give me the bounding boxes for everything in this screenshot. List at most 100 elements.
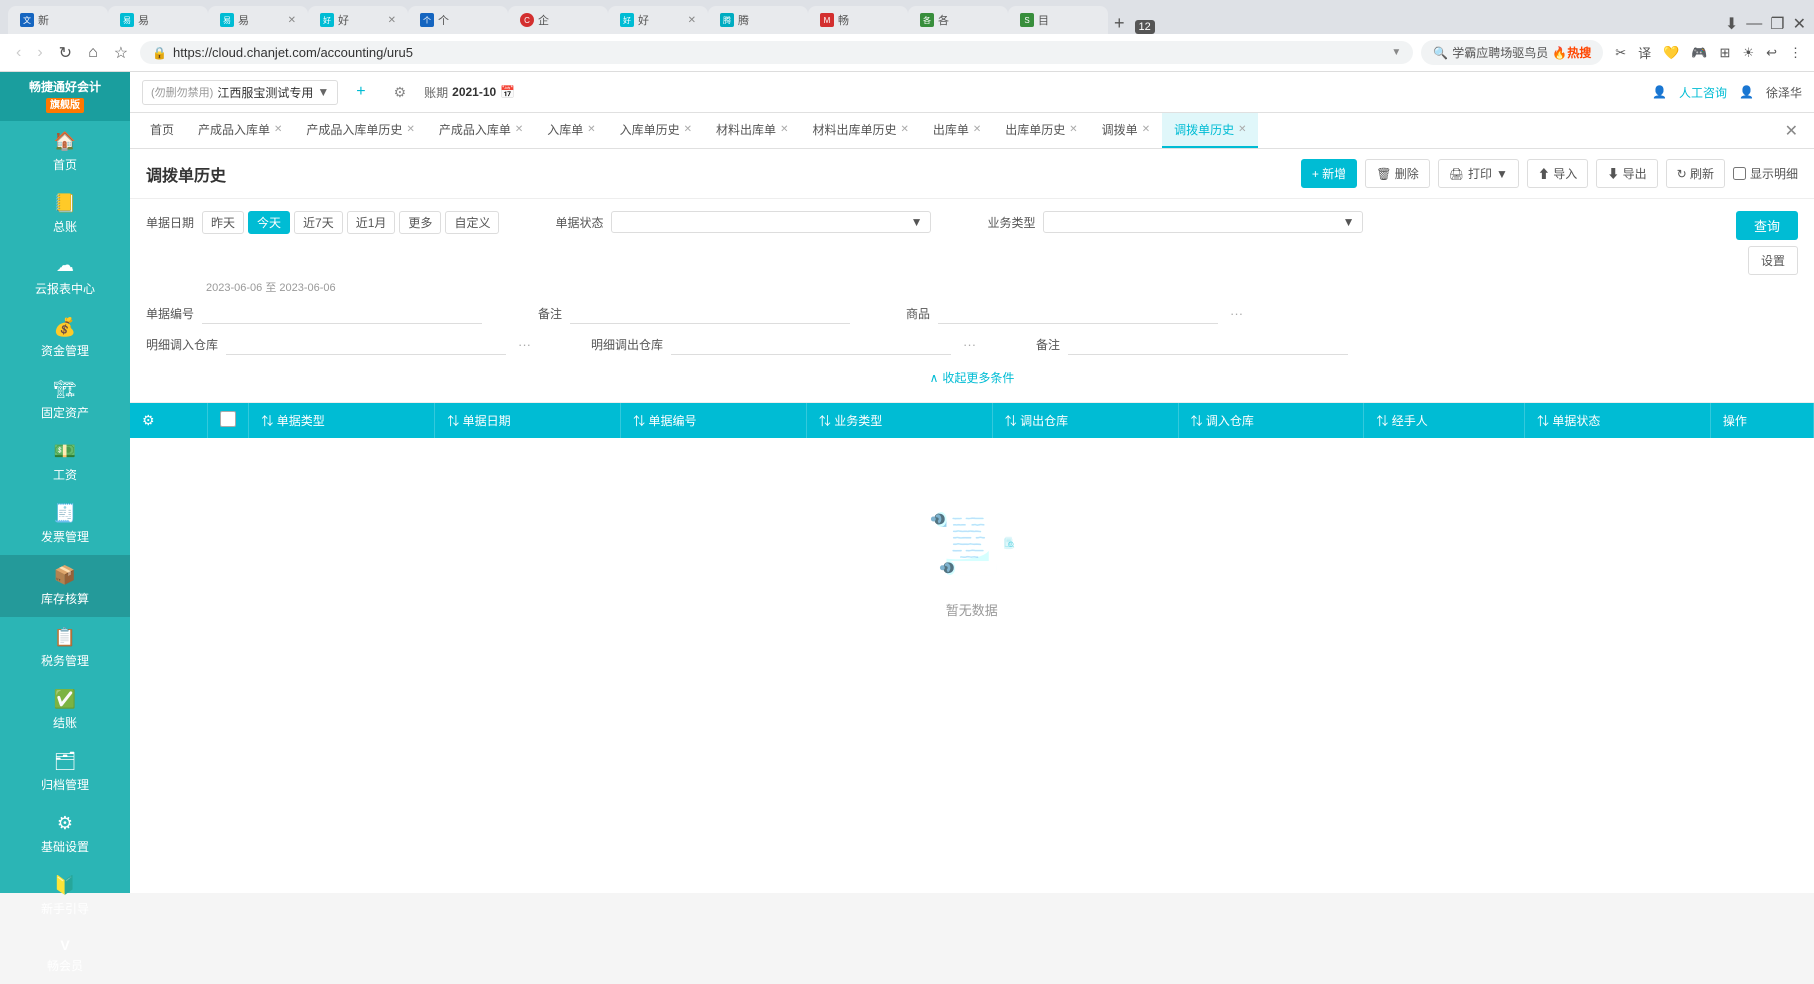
filter-wh-in-input[interactable] — [226, 334, 506, 355]
import-button[interactable]: ⬆ 导入 — [1527, 159, 1588, 188]
browser-tab-6[interactable]: C 企 — [508, 6, 608, 34]
add-company-button[interactable]: + — [346, 78, 375, 106]
filter-note2-input[interactable] — [1068, 334, 1348, 355]
page-tab-in[interactable]: 入库单 ✕ — [535, 113, 607, 148]
browser-tab-7[interactable]: 好 好 ✕ — [608, 6, 708, 34]
browser-tab-2[interactable]: 易 易 — [108, 6, 208, 34]
sidebar-item-ledger[interactable]: 📒 总账 — [0, 183, 130, 245]
window-maximize-icon[interactable]: ❐ — [1770, 14, 1784, 34]
page-tab-out[interactable]: 出库单 ✕ — [921, 113, 993, 148]
page-tab-finished-in[interactable]: 产成品入库单 ✕ — [186, 113, 294, 148]
new-button[interactable]: + 新增 — [1301, 159, 1357, 188]
th-biz-type[interactable]: ⇅ 业务类型 — [806, 403, 992, 438]
sidebar-item-home[interactable]: 🏠 首页 — [0, 121, 130, 183]
sidebar-item-guide[interactable]: 🔰 新手引导 — [0, 865, 130, 927]
sidebar-item-assets[interactable]: 🏗 固定资产 — [0, 369, 130, 431]
filter-biz-type-select[interactable]: ▼ — [1043, 211, 1363, 233]
page-tab-home[interactable]: 首页 — [138, 113, 186, 148]
bookmark-button[interactable]: ☆ — [110, 41, 132, 65]
page-tab-finished-in2-close[interactable]: ✕ — [515, 124, 523, 135]
th-in-wh[interactable]: ⇅ 调入仓库 — [1178, 403, 1364, 438]
page-tab-mat-out-close[interactable]: ✕ — [780, 124, 788, 135]
calendar-icon[interactable]: 📅 — [500, 85, 515, 99]
back-button[interactable]: ‹ — [12, 42, 25, 64]
tab-close-7[interactable]: ✕ — [688, 15, 696, 26]
filter-goods-more-icon[interactable]: ··· — [1226, 306, 1247, 321]
browser-tab-5[interactable]: 个 个 — [408, 6, 508, 34]
collapse-filter-button[interactable]: ∧ 收起更多条件 — [146, 365, 1798, 390]
browser-tab-3[interactable]: 易 易 ✕ — [208, 6, 308, 34]
filter-doc-num-input[interactable] — [202, 303, 482, 324]
th-handler[interactable]: ⇅ 经手人 — [1364, 403, 1525, 438]
date-btn-custom[interactable]: 自定义 — [445, 211, 499, 234]
page-tab-in-close[interactable]: ✕ — [587, 124, 595, 135]
sidebar-item-inventory[interactable]: 📦 库存核算 — [0, 555, 130, 617]
page-tab-transfer-close[interactable]: ✕ — [1142, 124, 1150, 135]
sidebar-item-tax[interactable]: 📋 税务管理 — [0, 617, 130, 679]
page-tab-out-hist-close[interactable]: ✕ — [1069, 124, 1077, 135]
page-tab-out-close[interactable]: ✕ — [973, 124, 981, 135]
filter-wh-out-input[interactable] — [671, 334, 951, 355]
user-service[interactable]: 人工咨询 — [1679, 84, 1727, 101]
refresh-button[interactable]: ↻ 刷新 — [1666, 159, 1725, 188]
th-doc-num[interactable]: ⇅ 单据编号 — [621, 403, 807, 438]
filter-wh-out-more-icon[interactable]: ··· — [959, 337, 980, 352]
browser-tab-8[interactable]: 腾 腾 — [708, 6, 808, 34]
th-doc-status[interactable]: ⇅ 单据状态 — [1524, 403, 1710, 438]
filter-wh-in-more-icon[interactable]: ··· — [514, 337, 535, 352]
settings-company-button[interactable]: ⚙ — [384, 79, 417, 106]
add-tab-button[interactable]: + — [1108, 13, 1131, 34]
browser-tab-10[interactable]: 各 各 — [908, 6, 1008, 34]
filter-goods-input[interactable] — [938, 303, 1218, 324]
page-tab-finished-in2[interactable]: 产成品入库单 ✕ — [427, 113, 535, 148]
filter-status-select[interactable]: ▼ — [611, 211, 931, 233]
browser-tab-9[interactable]: M 畅 — [808, 6, 908, 34]
page-tab-finished-in-hist[interactable]: 产成品入库单历史 ✕ — [294, 113, 426, 148]
browser-tab-4[interactable]: 好 好 ✕ — [308, 6, 408, 34]
page-tab-in-hist[interactable]: 入库单历史 ✕ — [608, 113, 704, 148]
window-close-icon[interactable]: ✕ — [1793, 14, 1806, 34]
page-tab-in-hist-close[interactable]: ✕ — [684, 124, 692, 135]
date-btn-1month[interactable]: 近1月 — [347, 211, 396, 234]
forward-button[interactable]: › — [33, 42, 46, 64]
page-tab-mat-out-hist-close[interactable]: ✕ — [900, 124, 908, 135]
page-tab-transfer-hist-close[interactable]: ✕ — [1238, 124, 1246, 135]
sidebar-item-reports[interactable]: ☁ 云报表中心 — [0, 245, 130, 307]
browser-tab-11[interactable]: S 目 — [1008, 6, 1108, 34]
page-tab-out-hist[interactable]: 出库单历史 ✕ — [993, 113, 1089, 148]
search-hint[interactable]: 🔍 学霸应聘场驱鸟员 🔥热搜 — [1421, 40, 1603, 65]
delete-button[interactable]: 🗑 删除 — [1365, 159, 1430, 188]
user-name[interactable]: 徐泽华 — [1766, 84, 1802, 101]
tab-close-4[interactable]: ✕ — [388, 15, 396, 26]
tab-bar-close-all[interactable]: ✕ — [1777, 121, 1806, 141]
browser-tab-1[interactable]: 文 新 — [8, 6, 108, 34]
company-selector[interactable]: (勿删勿禁用) 江西服宝测试专用 ▼ — [142, 80, 338, 105]
page-tab-transfer[interactable]: 调拨单 ✕ — [1090, 113, 1162, 148]
date-btn-more[interactable]: 更多 — [399, 211, 441, 234]
sidebar-item-invoice[interactable]: 🧾 发票管理 — [0, 493, 130, 555]
table-settings-icon[interactable]: ⚙ — [142, 412, 155, 428]
page-tab-transfer-hist[interactable]: 调拨单历史 ✕ — [1162, 113, 1258, 148]
sidebar-item-settings[interactable]: ⚙ 基础设置 — [0, 803, 130, 865]
th-checkbox-box[interactable] — [220, 411, 236, 427]
date-btn-today[interactable]: 今天 — [248, 211, 290, 234]
home-button[interactable]: ⌂ — [84, 42, 102, 64]
sidebar-item-close[interactable]: ✅ 结账 — [0, 679, 130, 741]
sidebar-item-payroll[interactable]: 💵 工资 — [0, 431, 130, 493]
sidebar-item-funds[interactable]: 💰 资金管理 — [0, 307, 130, 369]
page-tab-finished-in-close[interactable]: ✕ — [274, 124, 282, 135]
th-out-wh[interactable]: ⇅ 调出仓库 — [992, 403, 1178, 438]
sidebar-item-archive[interactable]: 🗂 归档管理 — [0, 741, 130, 803]
print-button[interactable]: 🖨 打印 ▼ — [1438, 159, 1519, 188]
date-btn-yesterday[interactable]: 昨天 — [202, 211, 244, 234]
th-settings[interactable]: ⚙ — [130, 403, 208, 438]
date-btn-7days[interactable]: 近7天 — [294, 211, 343, 234]
address-bar[interactable]: 🔒 https://cloud.chanjet.com/accounting/u… — [140, 41, 1413, 64]
filter-setting-button[interactable]: 设置 — [1748, 246, 1798, 275]
export-button[interactable]: ⬇ 导出 — [1596, 159, 1657, 188]
page-tab-finished-in-hist-close[interactable]: ✕ — [406, 124, 414, 135]
sidebar-item-vip[interactable]: V 畅会员 — [0, 927, 130, 984]
page-tab-mat-out[interactable]: 材料出库单 ✕ — [704, 113, 800, 148]
reload-button[interactable]: ↻ — [55, 41, 76, 65]
window-minimize-icon[interactable]: — — [1746, 15, 1762, 33]
